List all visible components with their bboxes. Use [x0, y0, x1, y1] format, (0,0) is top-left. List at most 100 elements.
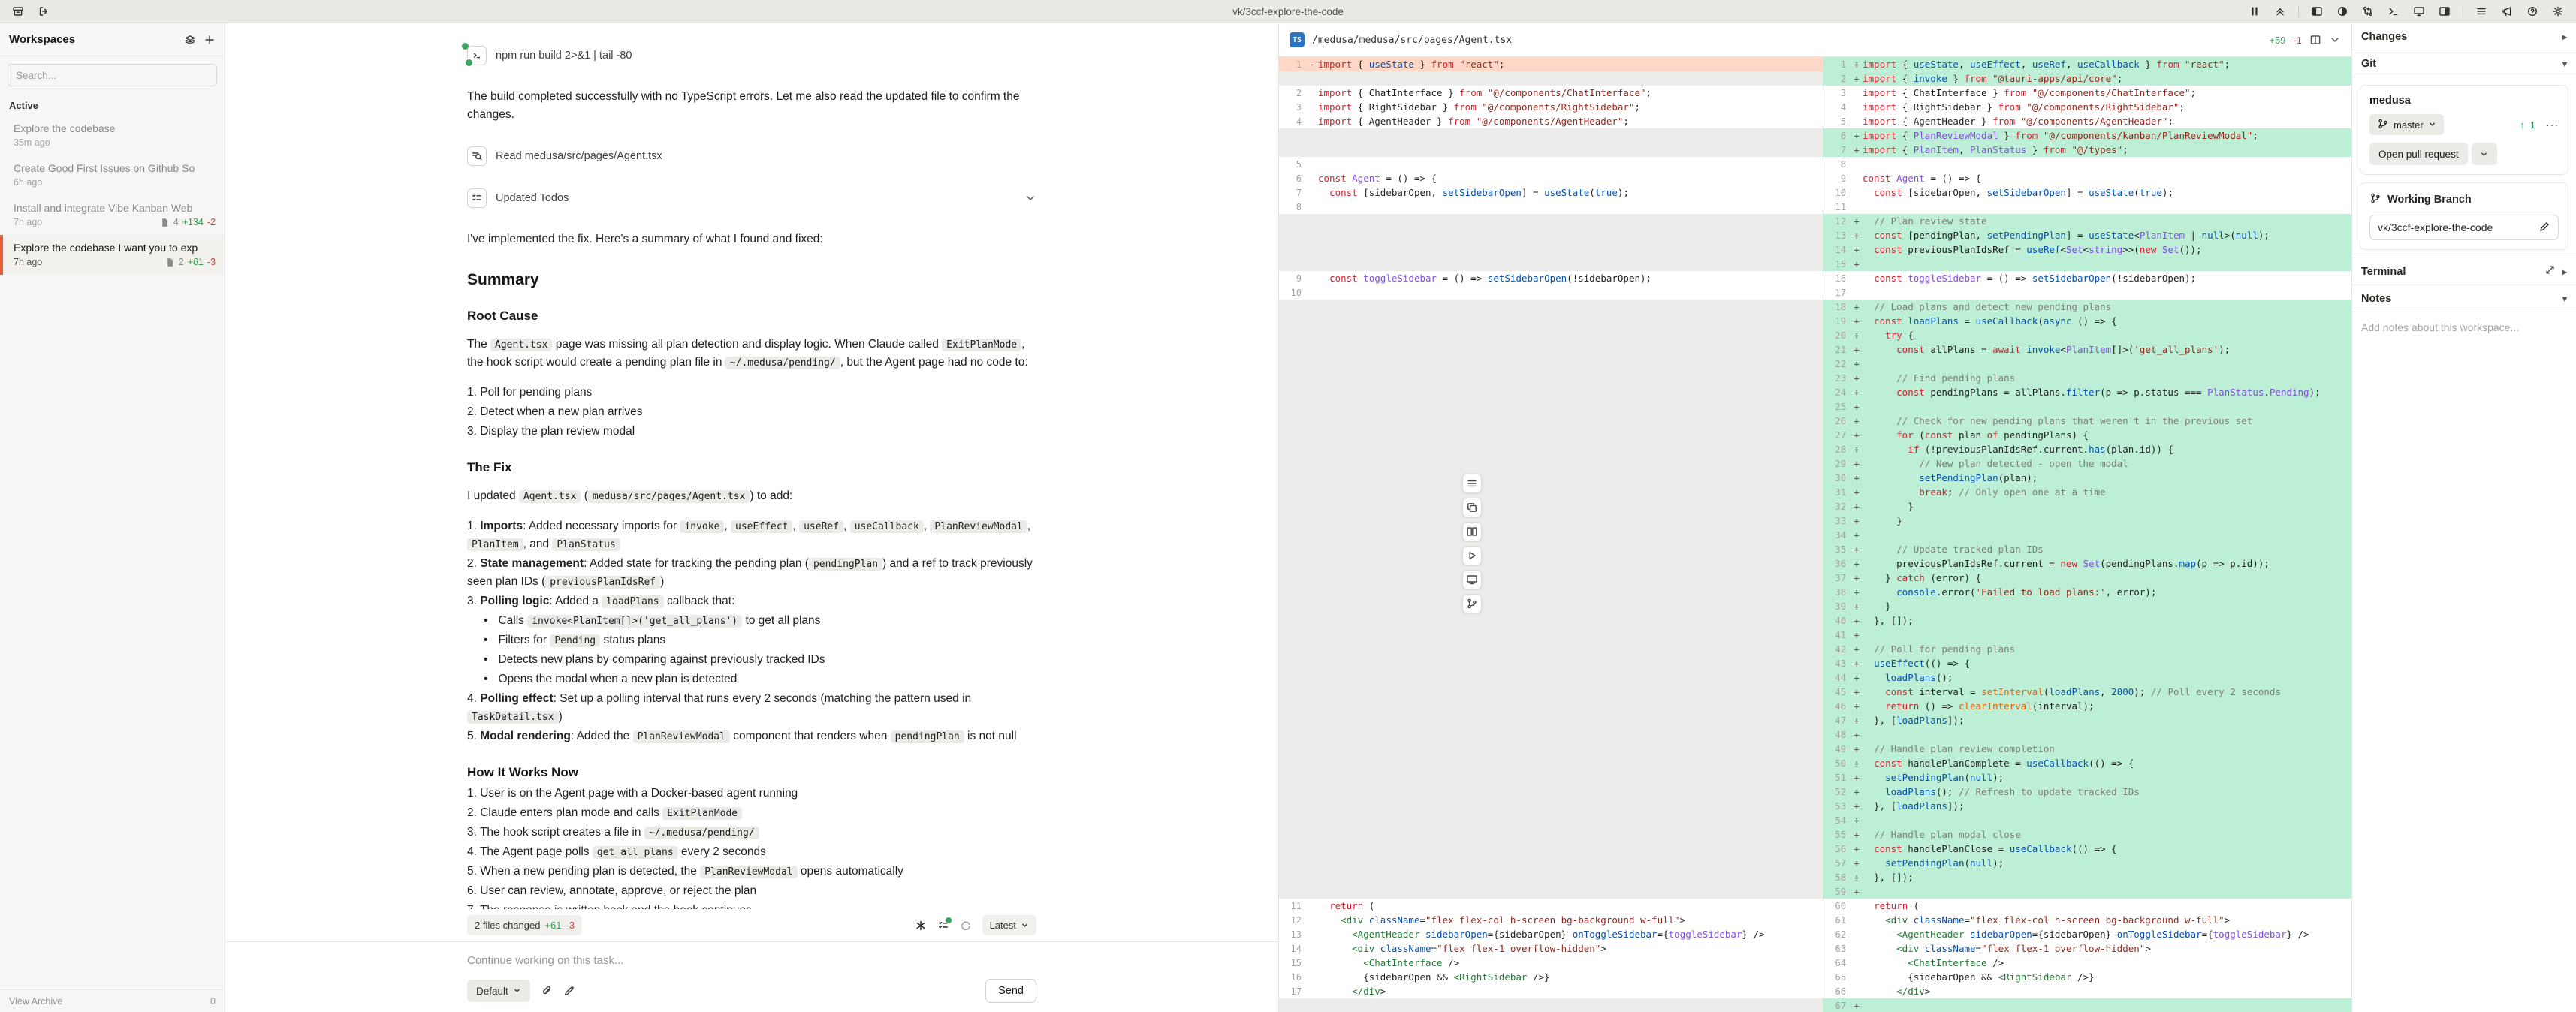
attach-button[interactable] [541, 985, 553, 997]
code-line: </div> [1318, 986, 1386, 997]
inline-code: medusa/src/pages/Agent.tsx [588, 490, 750, 503]
gear-button[interactable] [2550, 4, 2565, 19]
pull-request-options-button[interactable] [2472, 143, 2497, 165]
version-selector[interactable]: Latest [982, 915, 1036, 935]
todos-status-icon[interactable] [937, 920, 949, 932]
section-changes[interactable]: Changes ▸ [2352, 23, 2576, 50]
tool-call[interactable]: npm run build 2>&1 | tail -80 [467, 46, 1036, 65]
diff-marker: + [1851, 615, 1863, 626]
contrast-button[interactable] [2335, 4, 2350, 19]
play-button[interactable] [1462, 546, 1482, 565]
inline-code: get_all_plans [593, 846, 678, 859]
chevron-down-icon[interactable] [1024, 192, 1036, 204]
code-line: <div className="flex flex-1 overflow-hid… [1318, 943, 1606, 954]
changes-label: Changes [2361, 31, 2407, 43]
numbered-list-item: 3. The hook script creates a file in ~/.… [467, 824, 1036, 842]
section-terminal[interactable]: Terminal ▸ [2352, 258, 2576, 285]
code-line: import { PlanItem, PlanStatus } from "@/… [1863, 144, 2128, 155]
panel-left-button[interactable] [2309, 4, 2324, 19]
diff-row: 25+ [1823, 399, 2351, 414]
send-button[interactable]: Send [985, 979, 1036, 1003]
branch-button[interactable] [1462, 594, 1482, 613]
spinner-icon[interactable] [960, 920, 972, 932]
splitview-button[interactable] [1462, 522, 1482, 541]
summary-heading: Summary [467, 271, 1036, 289]
megaphone-button[interactable] [2499, 4, 2514, 19]
diff-row: 51+ setPendingPlan(null); [1823, 770, 2351, 785]
layers-button[interactable] [184, 34, 196, 46]
diff-marker: + [1851, 872, 1863, 883]
line-number: 17 [1279, 986, 1306, 997]
code-line: try { [1863, 330, 1914, 341]
plus-button[interactable] [204, 34, 216, 46]
annotate-button[interactable] [563, 985, 575, 997]
spark-icon[interactable] [915, 920, 927, 932]
tool-call[interactable]: Read medusa/src/pages/Agent.tsx [467, 146, 1036, 166]
expand-icon[interactable] [2545, 265, 2555, 278]
git-body: medusa master ↑ 1 ··· Open pull request [2352, 77, 2576, 258]
diff-row: 5 [1279, 157, 1823, 171]
collapse-button[interactable] [2273, 4, 2288, 19]
git-compare-button[interactable] [2360, 4, 2375, 19]
open-pull-request-button[interactable]: Open pull request [2369, 143, 2468, 165]
working-branch-input[interactable]: vk/3ccf-explore-the-code [2369, 215, 2559, 240]
diff-marker: + [1851, 144, 1863, 155]
workspace-item[interactable]: Create Good First Issues on Github So6h … [0, 155, 225, 195]
workspace-title: Create Good First Issues on Github So [14, 162, 216, 174]
diff-row: 42+ // Poll for pending plans [1823, 642, 2351, 656]
tool-call[interactable]: Updated Todos [467, 188, 1036, 208]
line-number: 1 [1823, 59, 1851, 70]
section-notes[interactable]: Notes ▾ [2352, 285, 2576, 312]
diff-collapsed-row [1279, 514, 1823, 528]
workspace-item[interactable]: Explore the codebase35m ago [0, 116, 225, 155]
help-button[interactable] [2525, 4, 2540, 19]
menu-button[interactable] [1462, 474, 1482, 493]
diff-row: 9 const toggleSidebar = () => setSidebar… [1279, 271, 1823, 285]
diff-marker: + [1851, 558, 1863, 569]
monitor-button[interactable] [1462, 570, 1482, 589]
diff-row: 6const Agent = () => { [1279, 171, 1823, 185]
workspaces-sidebar: Workspaces Search... Active Explore the … [0, 23, 225, 1012]
signout-button[interactable] [36, 4, 51, 19]
files-changed-chip[interactable]: 2 files changed +61 -3 [467, 915, 582, 935]
diff-marker: + [1851, 643, 1863, 655]
prompt-button[interactable] [2386, 4, 2401, 19]
diff-marker: + [1851, 59, 1863, 70]
workspace-title: Explore the codebase [14, 122, 216, 134]
notes-input[interactable]: Add notes about this workspace... [2352, 312, 2576, 342]
code-line: import { AgentHeader } from "@/component… [1318, 116, 1629, 127]
message-input[interactable]: Continue working on this task... [467, 954, 1036, 967]
more-options-button[interactable]: ··· [2546, 119, 2559, 131]
bullet-list-item: •Opens the modal when a new plan is dete… [467, 670, 1036, 688]
panel-right-button[interactable] [2437, 4, 2452, 19]
split-diff-toggle[interactable] [2309, 34, 2321, 46]
search-input[interactable]: Search... [8, 64, 217, 86]
model-selector[interactable]: Default [467, 980, 530, 1002]
menu-button[interactable] [2474, 4, 2489, 19]
diff-pane-old: 1-import { useState } from "react";2impo… [1279, 57, 1823, 1012]
diff-row: 45+ const interval = setInterval(loadPla… [1823, 685, 2351, 699]
diff-row: 36+ previousPlanIdsRef.current = new Set… [1823, 556, 2351, 571]
code-line: return ( [1863, 900, 1919, 911]
diff-row: 33+ } [1823, 514, 2351, 528]
numbered-list-item: 2. State management: Added state for tra… [467, 555, 1036, 591]
repo-card: medusa master ↑ 1 ··· Open pull request [2360, 85, 2568, 175]
line-number: 8 [1279, 202, 1306, 212]
edit-pencil-icon[interactable] [2538, 221, 2550, 235]
workspace-item[interactable]: Explore the codebase I want you to exp7h… [0, 235, 225, 275]
section-git[interactable]: Git ▾ [2352, 50, 2576, 77]
archive-button[interactable] [11, 4, 26, 19]
diff-collapsed-row [1279, 328, 1823, 342]
copy-button[interactable] [1462, 498, 1482, 517]
bullet-list-item: •Calls invoke<PlanItem[]>('get_all_plans… [467, 612, 1036, 630]
separator [2298, 6, 2299, 17]
branch-selector[interactable]: master [2369, 114, 2444, 135]
collapse-diff-button[interactable] [2329, 34, 2341, 46]
pause-button[interactable] [2247, 4, 2262, 19]
chat-messages: npm run build 2>&1 | tail -80The build c… [225, 23, 1278, 909]
diff-marker: + [1851, 572, 1863, 583]
workspace-item[interactable]: Install and integrate Vibe Kanban Web7h … [0, 195, 225, 235]
view-archive-link[interactable]: View Archive [9, 996, 62, 1007]
monitor-button[interactable] [2412, 4, 2427, 19]
code-line: // Check for new pending plans that were… [1863, 415, 2252, 426]
